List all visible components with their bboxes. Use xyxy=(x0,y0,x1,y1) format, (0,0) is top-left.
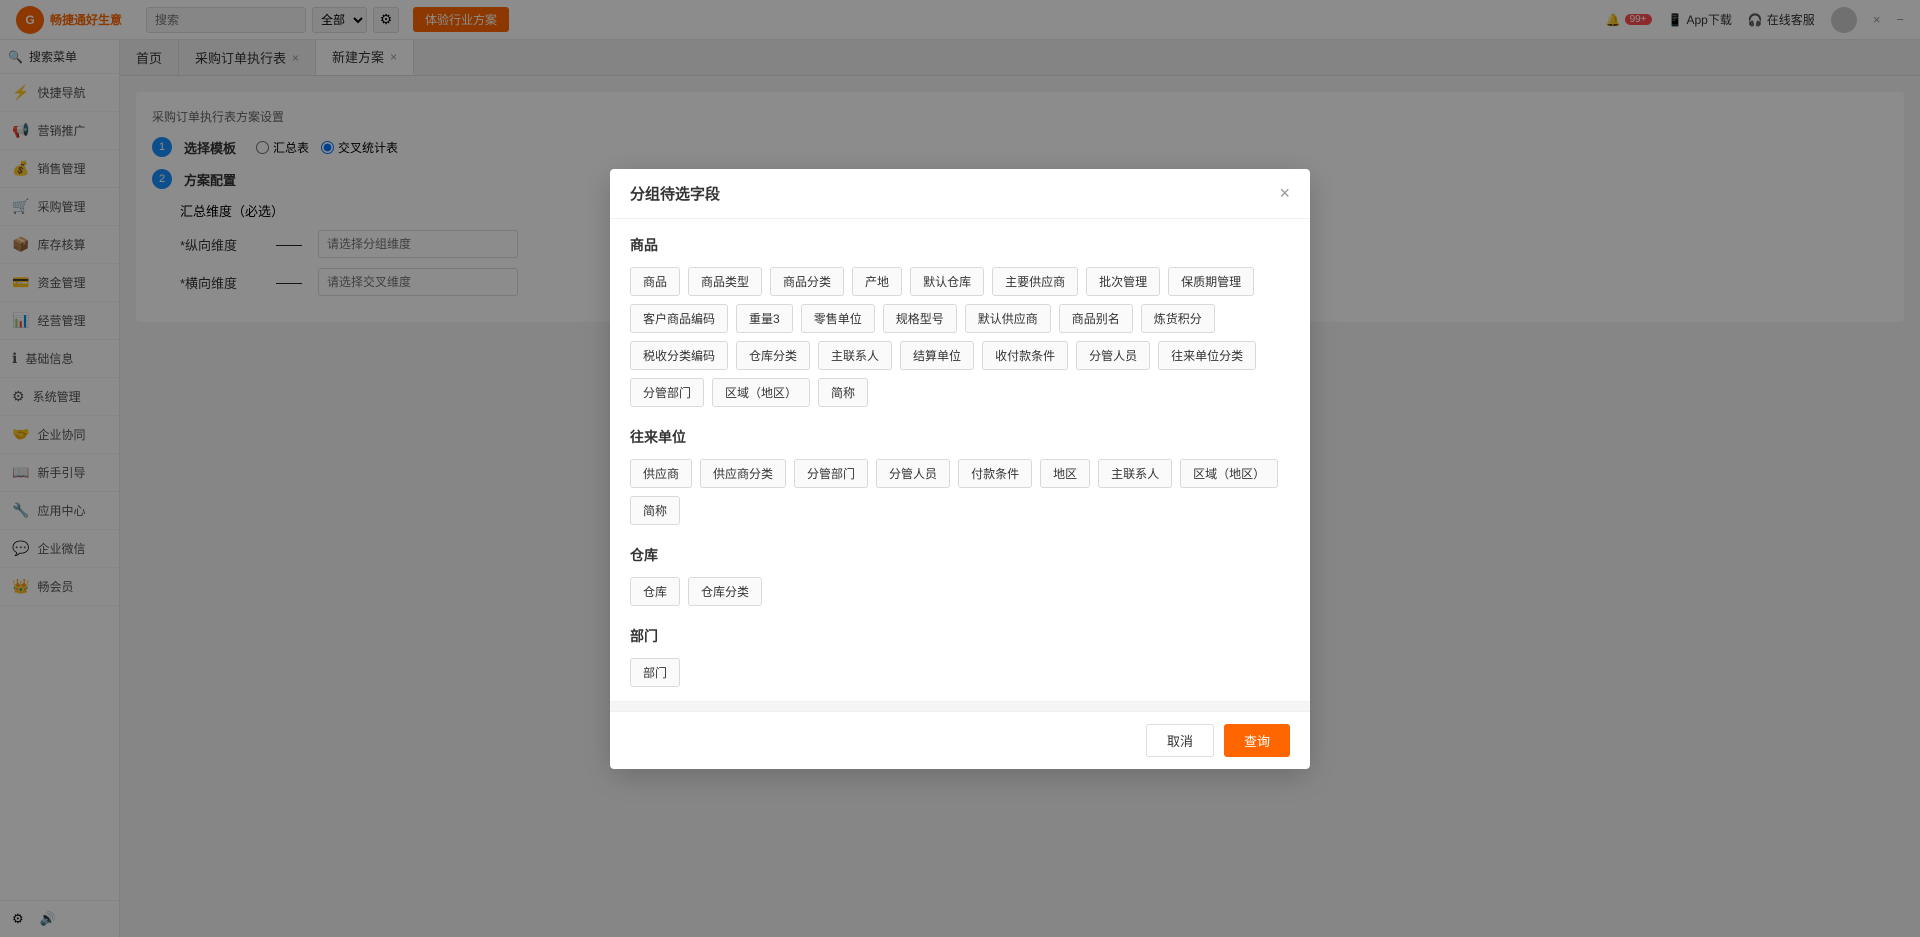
modal-body: 商品商品商品类型商品分类产地默认仓库主要供应商批次管理保质期管理客户商品编码重量… xyxy=(610,219,1310,701)
field-tag[interactable]: 分管人员 xyxy=(1076,341,1150,370)
field-tag[interactable]: 产地 xyxy=(852,267,902,296)
field-tag[interactable]: 炼货积分 xyxy=(1141,304,1215,333)
field-section-往来单位: 往来单位供应商供应商分类分管部门分管人员付款条件地区主联系人区域（地区） 简称 xyxy=(630,427,1290,525)
field-tag[interactable]: 区域（地区） xyxy=(712,378,810,407)
field-tag[interactable]: 区域（地区） xyxy=(1180,459,1278,488)
section-title: 仓库 xyxy=(630,545,1290,565)
modal-header: 分组待选字段 × xyxy=(610,169,1310,219)
field-tag[interactable]: 默认供应商 xyxy=(965,304,1051,333)
field-tag[interactable]: 商品别名 xyxy=(1059,304,1133,333)
field-tag[interactable]: 供应商分类 xyxy=(700,459,786,488)
field-tag[interactable]: 仓库 xyxy=(630,577,680,606)
modal-horizontal-scrollbar[interactable] xyxy=(610,701,1310,711)
field-tag[interactable]: 重量3 xyxy=(736,304,793,333)
field-tag[interactable]: 规格型号 xyxy=(883,304,957,333)
field-tag[interactable]: 分管人员 xyxy=(876,459,950,488)
field-tag[interactable]: 客户商品编码 xyxy=(630,304,728,333)
section-title: 商品 xyxy=(630,235,1290,255)
modal-footer: 取消 查询 xyxy=(610,711,1310,769)
field-tags: 商品商品类型商品分类产地默认仓库主要供应商批次管理保质期管理客户商品编码重量3 零… xyxy=(630,267,1290,407)
field-tag[interactable]: 付款条件 xyxy=(958,459,1032,488)
field-tag[interactable]: 商品类型 xyxy=(688,267,762,296)
field-tag[interactable]: 供应商 xyxy=(630,459,692,488)
field-section-仓库: 仓库仓库仓库分类 xyxy=(630,545,1290,606)
field-tag[interactable]: 分管部门 xyxy=(794,459,868,488)
confirm-button[interactable]: 查询 xyxy=(1224,724,1290,757)
field-tag[interactable]: 简称 xyxy=(818,378,868,407)
field-tag[interactable]: 批次管理 xyxy=(1086,267,1160,296)
field-tag[interactable]: 仓库分类 xyxy=(688,577,762,606)
field-tag[interactable]: 分管部门 xyxy=(630,378,704,407)
field-tags: 供应商供应商分类分管部门分管人员付款条件地区主联系人区域（地区） 简称 xyxy=(630,459,1290,525)
field-tag[interactable]: 主要供应商 xyxy=(992,267,1078,296)
modal-overlay: 分组待选字段 × 商品商品商品类型商品分类产地默认仓库主要供应商批次管理保质期管… xyxy=(0,0,1920,937)
field-tag[interactable]: 税收分类编码 xyxy=(630,341,728,370)
modal-close-button[interactable]: × xyxy=(1279,184,1290,202)
field-tag[interactable]: 零售单位 xyxy=(801,304,875,333)
field-tag[interactable]: 默认仓库 xyxy=(910,267,984,296)
field-section-部门: 部门部门 xyxy=(630,626,1290,687)
field-tags: 部门 xyxy=(630,658,1290,687)
cancel-button[interactable]: 取消 xyxy=(1146,724,1214,757)
field-tag[interactable]: 简称 xyxy=(630,496,680,525)
field-tags: 仓库仓库分类 xyxy=(630,577,1290,606)
section-title: 往来单位 xyxy=(630,427,1290,447)
field-tag[interactable]: 结算单位 xyxy=(900,341,974,370)
field-tag[interactable]: 地区 xyxy=(1040,459,1090,488)
field-tag[interactable]: 往来单位分类 xyxy=(1158,341,1256,370)
field-tag[interactable]: 部门 xyxy=(630,658,680,687)
section-title: 部门 xyxy=(630,626,1290,646)
field-tag[interactable]: 商品 xyxy=(630,267,680,296)
field-tag[interactable]: 收付款条件 xyxy=(982,341,1068,370)
modal-title: 分组待选字段 xyxy=(630,183,720,204)
field-tag[interactable]: 商品分类 xyxy=(770,267,844,296)
field-tag[interactable]: 主联系人 xyxy=(1098,459,1172,488)
field-section-商品: 商品商品商品类型商品分类产地默认仓库主要供应商批次管理保质期管理客户商品编码重量… xyxy=(630,235,1290,407)
field-tag[interactable]: 保质期管理 xyxy=(1168,267,1254,296)
modal-dialog: 分组待选字段 × 商品商品商品类型商品分类产地默认仓库主要供应商批次管理保质期管… xyxy=(610,169,1310,769)
field-tag[interactable]: 主联系人 xyxy=(818,341,892,370)
field-tag[interactable]: 仓库分类 xyxy=(736,341,810,370)
